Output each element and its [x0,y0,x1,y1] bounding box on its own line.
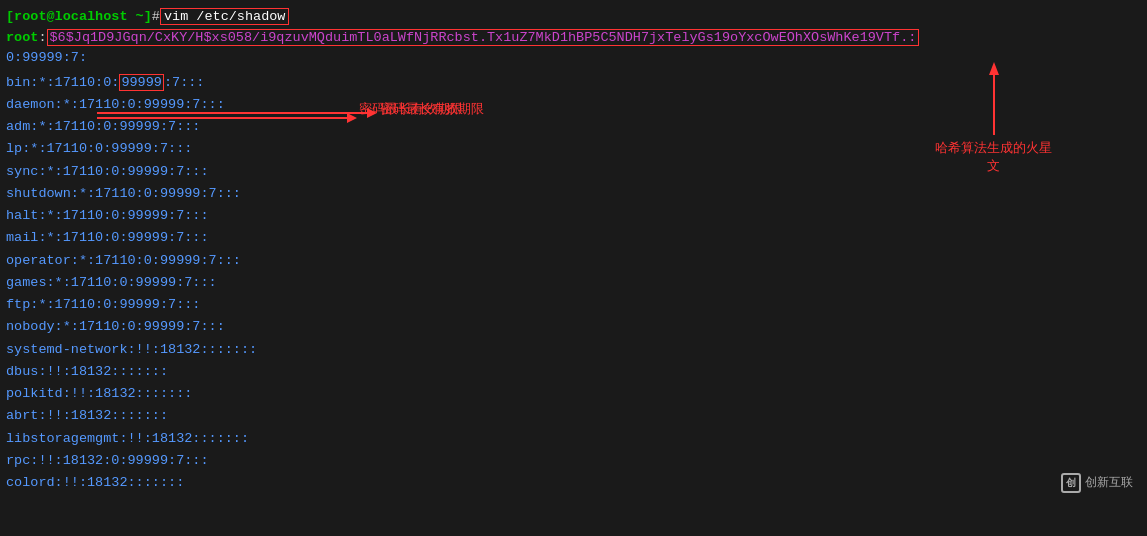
watermark-text: 创新互联 [1085,474,1133,491]
dbus-line: dbus:!!:18132::::::: [6,361,1141,383]
watermark-icon: 创 [1061,473,1081,493]
colord-line: colord:!!:18132::::::: [6,472,1141,494]
prompt-user: [root@localhost ~] [6,9,152,24]
lp-line: lp:*:17110:0:99999:7::: [6,138,1141,160]
halt-line: halt:*:17110:0:99999:7::: [6,205,1141,227]
command-text: vim /etc/shadow [160,8,290,25]
watermark: 创 创新互联 [1061,473,1133,493]
games-line: games:*:17110:0:99999:7::: [6,272,1141,294]
sync-line: sync:*:17110:0:99999:7::: [6,161,1141,183]
terminal: [root@localhost ~] # vim /etc/shadow roo… [0,0,1147,503]
root-username: root [6,30,38,45]
polkitd-line: polkitd:!!:18132::::::: [6,383,1141,405]
ftp-line: ftp:*:17110:0:99999:7::: [6,294,1141,316]
prompt-hash: # [152,9,160,24]
root-hash: $6$Jq1D9JGqn/CxKY/H$xs058/i9qzuvMQduimTL… [47,29,920,46]
root-entry-line: root:$6$Jq1D9JGqn/CxKY/H$xs058/i9qzuvMQd… [6,28,1141,69]
daemon-line: daemon:*:17110:0:99999:7::: [6,94,1141,116]
adm-line: adm:*:17110:0:99999:7::: [6,116,1141,138]
abrt-line: abrt:!!:18132::::::: [6,405,1141,427]
bin-line: bin:*:17110:0:99999:7::: [6,72,1141,94]
prompt-line: [root@localhost ~] # vim /etc/shadow [6,8,1141,25]
rpc-line: rpc:!!:18132:0:99999:7::: [6,450,1141,472]
shutdown-line: shutdown:*:17110:0:99999:7::: [6,183,1141,205]
mail-line: mail:*:17110:0:99999:7::: [6,227,1141,249]
nobody-line: nobody:*:17110:0:99999:7::: [6,316,1141,338]
root-entry-rest: 0:99999:7: [6,50,87,65]
operator-line: operator:*:17110:0:99999:7::: [6,250,1141,272]
bin-maxdays: 99999 [119,74,164,91]
maxdays-label-text: 密码最长有效期限 [380,100,484,118]
libstoragemgmt-line: libstoragemgmt:!!:18132::::::: [6,428,1141,450]
systemd-network-line: systemd-network:!!:18132::::::: [6,339,1141,361]
